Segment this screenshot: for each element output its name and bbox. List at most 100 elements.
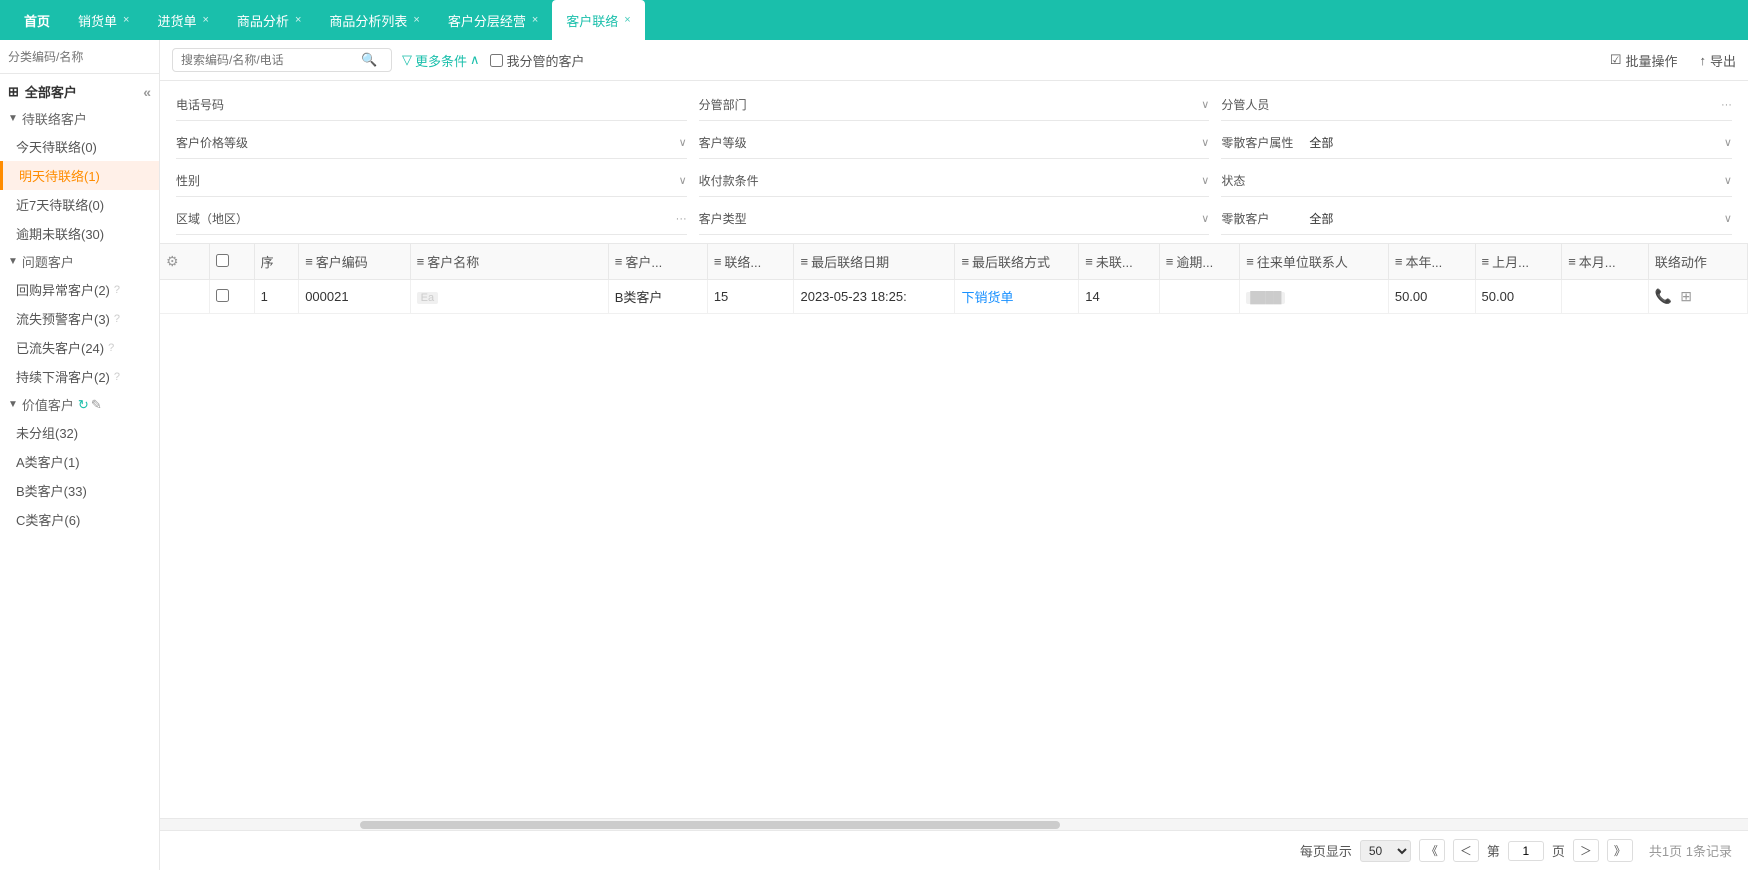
sidebar-item-declining[interactable]: 持续下滑客户(2) ? <box>0 362 159 391</box>
sidebar-item-tomorrow[interactable]: 明天待联络(1) <box>0 161 159 190</box>
filter-icon: ▽ <box>402 52 412 68</box>
phone-action-icon[interactable]: 📞 <box>1655 288 1672 305</box>
gender-select[interactable]: ∨ <box>264 174 687 187</box>
col-name: ≡ 客户名称 <box>410 244 608 280</box>
batch-icon: ☑ <box>1610 52 1622 68</box>
sidebar-item-churned[interactable]: 已流失客户(24) ? <box>0 333 159 362</box>
close-icon[interactable]: × <box>532 14 538 26</box>
dept-select[interactable]: ∨ <box>787 98 1210 111</box>
nav-home[interactable]: 首页 <box>10 0 64 40</box>
sidebar-item-c-class[interactable]: C类客户(6) <box>0 505 159 534</box>
sidebar-problem-group[interactable]: ▼ 问题客户 <box>0 248 159 275</box>
filter-row-customer-level: 客户等级 ∨ <box>699 127 1210 159</box>
close-icon[interactable]: × <box>295 14 301 26</box>
chevron-down-icon: ∨ <box>1724 174 1732 187</box>
sidebar-item-today[interactable]: 今天待联络(0) <box>0 132 159 161</box>
sidebar-item-a-class[interactable]: A类客户(1) <box>0 447 159 476</box>
table-area: ⚙ 序 ≡ 客户编码 ≡ 客户名称 <box>160 244 1748 818</box>
filter-row-status: 状态 ∨ <box>1221 165 1732 197</box>
retail-attr-select[interactable]: 全部 ∨ <box>1309 134 1732 151</box>
row-name: Ea <box>410 280 608 314</box>
phone-input[interactable] <box>264 98 687 112</box>
next-page-button[interactable]: ＞ <box>1573 839 1599 862</box>
payment-select[interactable]: ∨ <box>787 174 1210 187</box>
help-icon[interactable]: ? <box>108 342 114 354</box>
refresh-icon[interactable]: ↻ <box>78 397 89 413</box>
customer-type-select[interactable]: ∨ <box>787 212 1210 225</box>
filter-row-gender: 性别 ∨ <box>176 165 687 197</box>
row-checkbox[interactable] <box>216 289 229 302</box>
region-select[interactable]: ··· <box>264 213 687 225</box>
status-select[interactable]: ∨ <box>1309 174 1732 187</box>
sidebar-item-overdue[interactable]: 逾期未联络(30) <box>0 219 159 248</box>
page-size-select[interactable]: 50 100 200 <box>1360 840 1411 862</box>
col-this-year: ≡ 本年... <box>1388 244 1475 280</box>
pagination-bar: 每页显示 50 100 200 《 ＜ 第 页 ＞ 》 共1页 1条记录 <box>160 830 1748 870</box>
price-level-select[interactable]: ∨ <box>264 136 687 149</box>
row-settings <box>160 280 210 314</box>
col-contact-count: ≡ 联络... <box>707 244 794 280</box>
help-icon[interactable]: ? <box>114 284 120 296</box>
settings-gear-icon[interactable]: ⚙ <box>166 253 179 269</box>
close-icon[interactable]: × <box>624 14 630 26</box>
last-page-button[interactable]: 》 <box>1607 839 1633 862</box>
search-icon[interactable]: 🔍 <box>361 52 377 68</box>
nav-customer-contact[interactable]: 客户联络 × <box>552 0 644 40</box>
close-icon[interactable]: × <box>123 14 129 26</box>
export-button[interactable]: ↑ 导出 <box>1699 51 1736 70</box>
page-number-input[interactable] <box>1508 841 1544 861</box>
arrow-down-icon: ▼ <box>8 256 18 267</box>
sidebar-item-abnormal[interactable]: 回购异常客户(2) ? <box>0 275 159 304</box>
search-input[interactable] <box>181 53 361 67</box>
filter-row-customer-type: 客户类型 ∨ <box>699 203 1210 235</box>
sidebar-search: 🔍 <box>0 40 159 74</box>
nav-product-analysis[interactable]: 商品分析 × <box>223 0 315 40</box>
horizontal-scrollbar[interactable] <box>160 818 1748 830</box>
person-select[interactable]: ··· <box>1309 99 1732 111</box>
select-all-checkbox[interactable] <box>216 254 229 267</box>
col-last-contact-way: ≡ 最后联络方式 <box>955 244 1079 280</box>
close-icon[interactable]: × <box>413 14 419 26</box>
more-filter-button[interactable]: ▽ 更多条件 ∧ <box>402 51 480 70</box>
sidebar-collapse-icon[interactable]: « <box>143 84 151 100</box>
more-button[interactable]: ··· <box>676 213 687 225</box>
customer-level-select[interactable]: ∨ <box>787 136 1210 149</box>
grid-action-icon[interactable]: ⊞ <box>1680 288 1692 305</box>
my-customer-checkbox[interactable] <box>490 54 503 67</box>
first-page-button[interactable]: 《 <box>1419 839 1445 862</box>
more-button[interactable]: ··· <box>1721 99 1732 111</box>
sidebar: 🔍 ⊞ 全部客户 « ▼ 待联络客户 今天待联络(0) 明天待联络(1) 近7天… <box>0 40 160 870</box>
sidebar-item-7days[interactable]: 近7天待联络(0) <box>0 190 159 219</box>
sidebar-item-ungrouped[interactable]: 未分组(32) <box>0 418 159 447</box>
row-code: 000021 <box>299 280 410 314</box>
help-icon[interactable]: ? <box>114 313 120 325</box>
sidebar-search-input[interactable] <box>8 50 160 64</box>
nav-product-analysis-list[interactable]: 商品分析列表 × <box>315 0 433 40</box>
batch-operation-button[interactable]: ☑ 批量操作 <box>1610 51 1678 70</box>
sidebar-value-group[interactable]: ▼ 价值客户 ↻ ✎ <box>0 391 159 418</box>
help-icon[interactable]: ? <box>114 371 120 383</box>
scroll-thumb[interactable] <box>360 821 1060 829</box>
sidebar-pending-group[interactable]: ▼ 待联络客户 <box>0 105 159 132</box>
nav-purchase[interactable]: 进货单 × <box>143 0 222 40</box>
chevron-down-icon: ∨ <box>1724 136 1732 149</box>
filter-row-region: 区域（地区） ··· <box>176 203 687 235</box>
last-way-link[interactable]: 下销货单 <box>961 290 1013 305</box>
nav-customer-layering[interactable]: 客户分层经营 × <box>434 0 552 40</box>
nav-sales[interactable]: 销货单 × <box>64 0 143 40</box>
sidebar-item-b-class[interactable]: B类客户(33) <box>0 476 159 505</box>
close-icon[interactable]: × <box>202 14 208 26</box>
retail-customer-select[interactable]: 全部 ∨ <box>1309 210 1732 227</box>
col-checkbox <box>210 244 255 280</box>
chevron-up-icon: ∧ <box>470 52 480 68</box>
filter-row-dept: 分管部门 ∨ <box>699 89 1210 121</box>
sidebar-item-churn-warning[interactable]: 流失预警客户(3) ? <box>0 304 159 333</box>
chevron-down-icon: ∨ <box>679 174 687 187</box>
edit-icon[interactable]: ✎ <box>91 397 102 413</box>
row-hist-person: ████ <box>1240 280 1389 314</box>
filter-row-phone: 电话号码 <box>176 89 687 121</box>
prev-page-button[interactable]: ＜ <box>1453 839 1479 862</box>
chevron-down-icon: ∨ <box>679 136 687 149</box>
filter-row-retail-attr: 零散客户属性 全部 ∨ <box>1221 127 1732 159</box>
col-uncontact-days: ≡ 未联... <box>1079 244 1159 280</box>
